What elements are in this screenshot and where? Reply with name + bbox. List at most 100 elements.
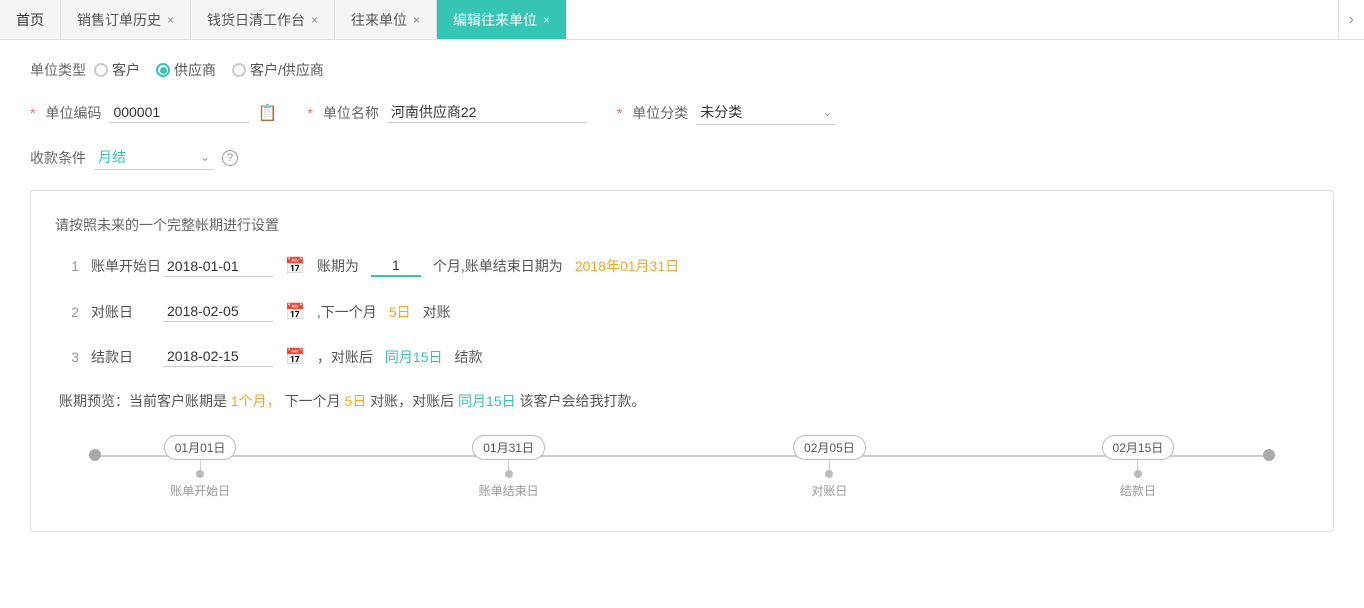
start-date-input[interactable] — [163, 256, 273, 277]
copy-icon[interactable]: 📋 — [257, 103, 277, 123]
period-row-1: 1 账单开始日 📅 账期为 个月,账单结束日期为 2018年01月31日 — [55, 255, 1309, 277]
period-row-3: 3 结款日 📅 ，对账后 同月15日 结款 — [55, 346, 1309, 367]
unit-classify-chevron-icon: ⌄ — [822, 105, 832, 119]
timeline-node-1-label: 账单开始日 — [170, 482, 230, 499]
timeline-line — [95, 455, 1269, 457]
payment-highlight: 同月15日 — [385, 347, 443, 367]
row-num-3: 3 — [55, 349, 79, 365]
preview-prefix: 账期预览：当前客户账期是 — [59, 393, 227, 409]
tab-edit-partner[interactable]: 编辑往来单位 × — [437, 0, 567, 39]
radio-supplier-inner — [160, 67, 167, 74]
reconcile-desc-prefix: ,下一个月 — [317, 302, 377, 322]
tab-scroll-arrow[interactable]: › — [1338, 0, 1364, 39]
payment-desc-suffix: 结款 — [455, 347, 483, 367]
radio-customer-circle — [94, 63, 108, 77]
row-num-1: 1 — [55, 258, 79, 274]
payment-desc-prefix: ，对账后 — [317, 347, 373, 367]
timeline-node-1-dot — [196, 470, 204, 478]
main-content: 单位类型 客户 供应商 客户/供应商 — [0, 40, 1364, 608]
radio-both[interactable]: 客户/供应商 — [232, 60, 324, 80]
payment-condition-label: 收款条件 — [30, 148, 86, 168]
radio-supplier[interactable]: 供应商 — [156, 60, 216, 80]
payment-condition-value: 月结 — [98, 147, 196, 167]
payment-condition-row: 收款条件 月结 ⌄ ? — [30, 145, 1334, 170]
unit-type-label: 单位类型 — [30, 60, 86, 80]
preview-suffix: 该客户会给我打款。 — [520, 393, 646, 409]
period-desc-suffix: 个月,账单结束日期为 — [433, 256, 563, 276]
row-label-2: 对账日 — [91, 302, 151, 322]
payment-date-input[interactable] — [163, 346, 273, 367]
reconcile-date-input[interactable] — [163, 301, 273, 322]
payment-condition-chevron-icon: ⌄ — [200, 150, 210, 164]
reconcile-desc-suffix: 对账 — [423, 302, 451, 322]
unit-name-input[interactable] — [387, 102, 587, 123]
unit-name-star: * — [307, 105, 312, 121]
section-instruction: 请按照未来的一个完整帐期进行设置 — [55, 215, 1309, 235]
timeline-node-4-pill: 02月15日 — [1102, 435, 1175, 460]
timeline-node-4: 02月15日 结款日 — [1102, 435, 1175, 499]
period-section: 请按照未来的一个完整帐期进行设置 1 账单开始日 📅 账期为 个月,账单结束日期… — [30, 190, 1334, 532]
payment-condition-dropdown[interactable]: 月结 ⌄ — [94, 145, 214, 170]
tab-cash-workbench-label: 钱货日清工作台 — [207, 10, 305, 30]
tab-home[interactable]: 首页 — [0, 0, 61, 39]
preview-mid2: 对账，对账后 — [370, 393, 454, 409]
unit-code-input[interactable] — [109, 102, 249, 123]
unit-name-label: 单位名称 — [323, 103, 379, 123]
unit-code-label: 单位编码 — [45, 103, 101, 123]
timeline-node-3: 02月05日 对账日 — [793, 435, 866, 499]
period-desc-prefix: 账期为 — [317, 256, 359, 276]
reconcile-date-calendar-icon[interactable]: 📅 — [285, 302, 305, 322]
unit-info-row: * 单位编码 📋 * 单位名称 * 单位分类 未分类 ⌄ — [30, 100, 1334, 125]
row-num-2: 2 — [55, 304, 79, 320]
unit-classify-dropdown[interactable]: 未分类 ⌄ — [696, 100, 836, 125]
unit-type-group: 单位类型 客户 供应商 客户/供应商 — [30, 60, 324, 80]
reconcile-highlight: 5日 — [389, 302, 411, 322]
tab-sales-history[interactable]: 销售订单历史 × — [61, 0, 191, 39]
radio-supplier-circle — [156, 63, 170, 77]
tab-partner-unit[interactable]: 往来单位 × — [335, 0, 437, 39]
radio-customer[interactable]: 客户 — [94, 60, 140, 80]
help-icon[interactable]: ? — [222, 150, 238, 166]
preview-day5: 5日 — [344, 393, 366, 409]
timeline-node-3-dot — [825, 470, 833, 478]
radio-both-label: 客户/供应商 — [250, 60, 324, 80]
unit-classify-group: * 单位分类 未分类 ⌄ — [617, 100, 836, 125]
tab-home-label: 首页 — [16, 10, 44, 30]
tab-sales-history-close[interactable]: × — [167, 13, 174, 27]
timeline-node-1-line — [200, 460, 201, 470]
period-end-date: 2018年01月31日 — [575, 256, 679, 276]
payment-date-calendar-icon[interactable]: 📅 — [285, 347, 305, 367]
tab-edit-partner-close[interactable]: × — [543, 13, 550, 27]
timeline-node-2-label: 账单结束日 — [479, 482, 539, 499]
radio-supplier-label: 供应商 — [174, 60, 216, 80]
timeline-node-3-line — [829, 460, 830, 470]
period-value-input[interactable] — [371, 255, 421, 277]
timeline-node-4-dot — [1134, 470, 1142, 478]
timeline-node-2-pill: 01月31日 — [472, 435, 545, 460]
timeline-node-3-label: 对账日 — [811, 482, 847, 499]
timeline-node-1-pill: 01月01日 — [164, 435, 237, 460]
tab-cash-workbench[interactable]: 钱货日清工作台 × — [191, 0, 335, 39]
unit-code-star: * — [30, 105, 35, 121]
tab-partner-unit-close[interactable]: × — [413, 13, 420, 27]
timeline-end-dot — [1263, 449, 1275, 461]
tab-edit-partner-label: 编辑往来单位 — [453, 10, 537, 30]
unit-code-group: * 单位编码 📋 — [30, 102, 277, 123]
timeline-node-3-pill: 02月05日 — [793, 435, 866, 460]
unit-classify-label: 单位分类 — [632, 103, 688, 123]
start-date-calendar-icon[interactable]: 📅 — [285, 256, 305, 276]
timeline-node-4-label: 结款日 — [1120, 482, 1156, 499]
timeline-node-2-dot — [505, 470, 513, 478]
timeline: 01月01日 账单开始日 01月31日 账单结束日 02月05日 对账日 — [65, 435, 1299, 515]
tab-cash-workbench-close[interactable]: × — [311, 13, 318, 27]
radio-group: 客户 供应商 客户/供应商 — [94, 60, 324, 80]
timeline-node-2-line — [508, 460, 509, 470]
payment-condition-group: 收款条件 月结 ⌄ ? — [30, 145, 238, 170]
unit-type-row: 单位类型 客户 供应商 客户/供应商 — [30, 60, 1334, 80]
preview-period: 1个月， — [231, 393, 281, 409]
unit-classify-star: * — [617, 105, 622, 121]
period-row-2: 2 对账日 📅 ,下一个月 5日 对账 — [55, 301, 1309, 322]
unit-classify-value: 未分类 — [700, 102, 814, 122]
unit-name-group: * 单位名称 — [307, 102, 586, 123]
preview-mid: 下一个月 — [285, 393, 341, 409]
